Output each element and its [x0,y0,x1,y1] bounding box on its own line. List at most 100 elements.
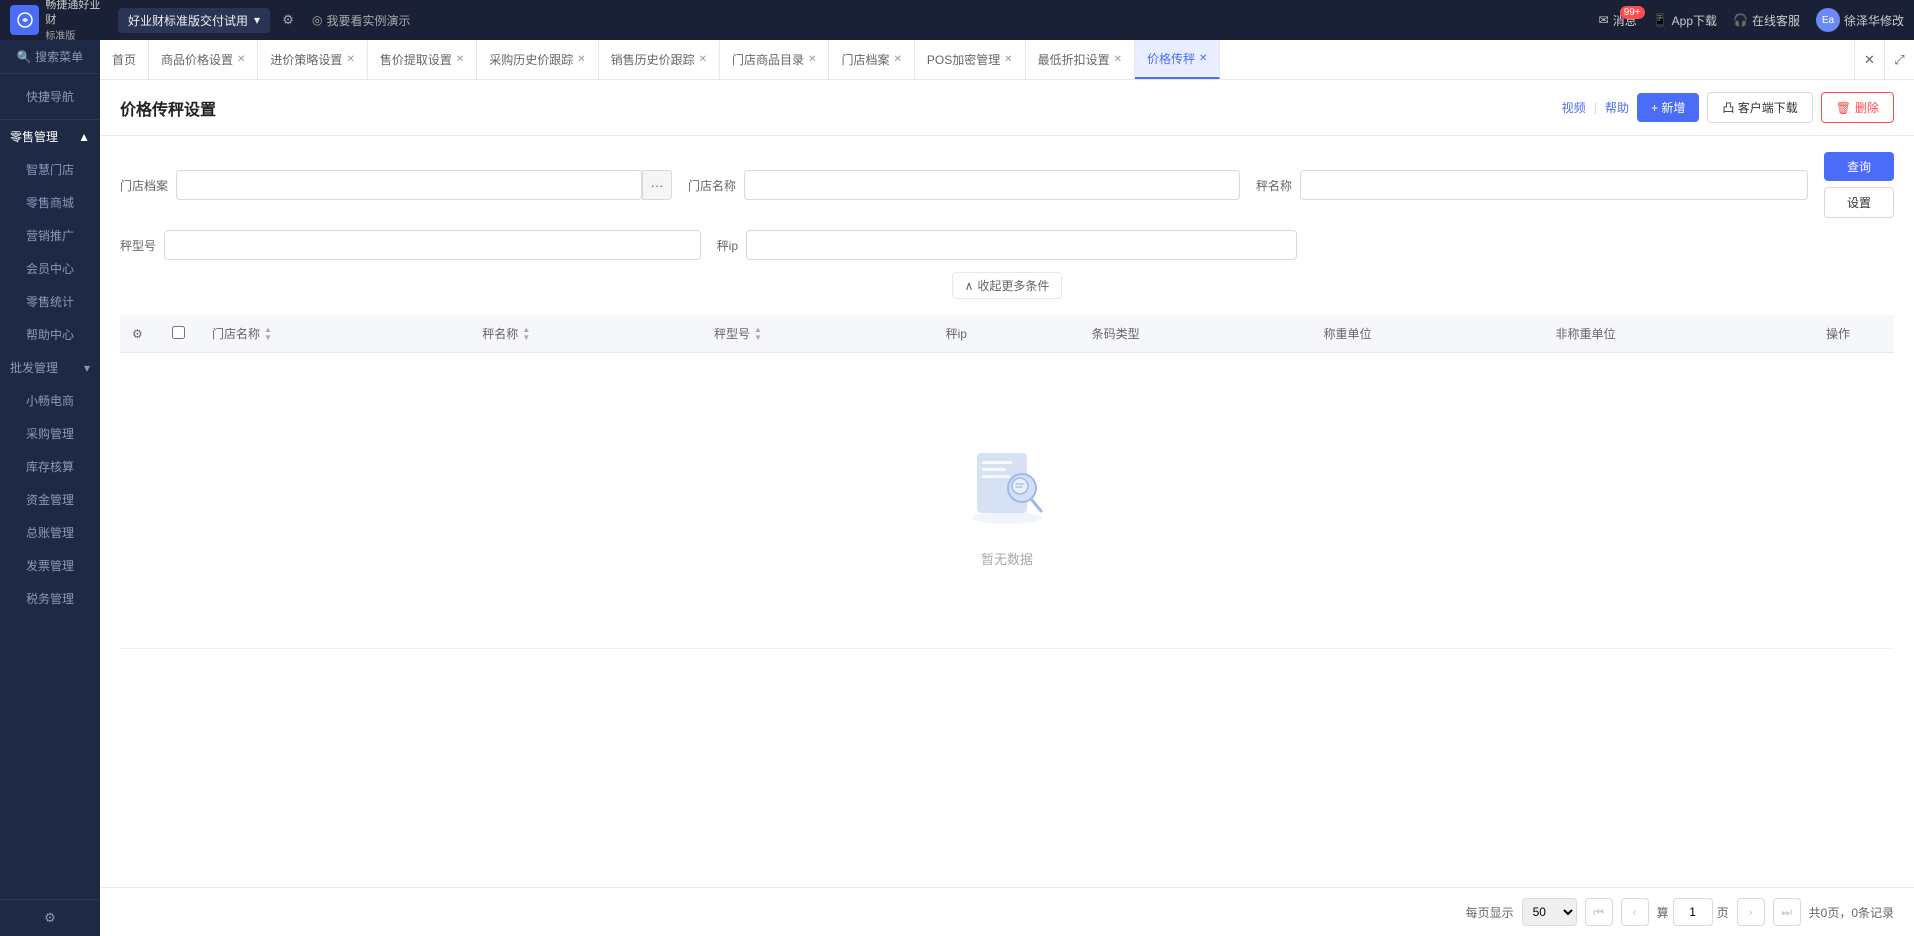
sort-store-name[interactable]: 门店名称 ▲▼ [212,325,458,342]
tab-purchase-strategy-label: 进价策略设置 [270,51,342,68]
tab-min-discount[interactable]: 最低折扣设置 ✕ [1026,40,1135,79]
sidebar-settings-btn[interactable]: ⚙ [0,899,100,936]
th-operation: 操作 [1814,315,1894,353]
sort-scale-name[interactable]: 秤名称 ▲▼ [482,325,690,342]
scale-model-input[interactable] [164,230,701,260]
query-set-group: 查询 设置 [1824,152,1894,218]
th-settings: ⚙ [120,315,160,353]
tax-label: 税务管理 [26,590,74,607]
scale-name-input[interactable] [1300,170,1808,200]
last-page-btn[interactable]: ⏭ [1773,898,1801,926]
video-btn[interactable]: 视频 [1562,99,1586,116]
download-btn[interactable]: 凸 客户端下载 [1707,92,1812,123]
sort-scale-model[interactable]: 秤型号 ▲▼ [714,325,922,342]
maximize-tab-btn[interactable]: ⤢ [1884,40,1914,80]
page-header-actions: 视频 | 帮助 + 新增 凸 客户端下载 🗑 删除 [1562,92,1894,123]
close-icon[interactable]: ✕ [893,54,901,65]
sidebar-item-quick-nav[interactable]: 快捷导航 [0,80,100,113]
sidebar-search[interactable]: 🔍 搜索菜单 [0,40,100,74]
sidebar-item-finance[interactable]: 资金管理 [0,483,100,516]
sidebar-item-retail-stats[interactable]: 零售统计 [0,285,100,318]
demo-link[interactable]: ◎ 我要看实例演示 [312,12,411,29]
sidebar-item-member[interactable]: 会员中心 [0,252,100,285]
user-menu[interactable]: Ea 徐泽华修改 [1816,8,1904,32]
tab-product-price[interactable]: 商品价格设置 ✕ [149,40,258,79]
version-selector[interactable]: 好业财标准版交付试用 ▾ [118,8,270,33]
tab-sales-history-label: 销售历史价跟踪 [611,51,695,68]
page-input[interactable] [1673,898,1713,926]
invoice-label: 发票管理 [26,557,74,574]
collapse-btn[interactable]: ∧ 收起更多条件 [952,272,1063,299]
close-tab-btn[interactable]: ✕ [1854,40,1884,80]
tab-sales-history[interactable]: 销售历史价跟踪 ✕ [599,40,720,79]
sidebar-item-invoice[interactable]: 发票管理 [0,549,100,582]
tab-price-scale[interactable]: 价格传秤 ✕ [1135,40,1220,79]
logo: 畅捷通好业财 标准版 [10,0,110,42]
avatar-text: Ea [1822,15,1834,26]
store-archive-input[interactable] [176,170,642,200]
scale-ip-field: 秤ip [717,230,1298,260]
add-btn[interactable]: + 新增 [1637,93,1699,122]
sidebar-item-help[interactable]: 帮助中心 [0,318,100,351]
sidebar-item-marketing[interactable]: 营销推广 [0,219,100,252]
help-btn[interactable]: 帮助 [1605,99,1629,116]
close-icon[interactable]: ✕ [346,54,354,65]
app-download-btn[interactable]: 📱 App下载 [1653,12,1717,29]
sidebar-item-ecommerce[interactable]: 小畅电商 [0,384,100,417]
th-operation-label: 操作 [1826,327,1850,341]
sidebar-item-tax[interactable]: 税务管理 [0,582,100,615]
close-icon[interactable]: ✕ [1114,54,1122,65]
scale-ip-input[interactable] [746,230,1297,260]
next-page-btn[interactable]: › [1737,898,1765,926]
tab-purchase-strategy[interactable]: 进价策略设置 ✕ [258,40,367,79]
tab-sale-extract-label: 售价提取设置 [380,51,452,68]
set-btn[interactable]: 设置 [1824,187,1894,218]
th-store-name-label: 门店名称 [212,325,260,342]
form-row-2: 秤型号 秤ip [120,230,1894,260]
close-icon[interactable]: ✕ [237,54,245,65]
empty-text: 暂无数据 [981,549,1033,568]
th-scale-name: 秤名称 ▲▼ [470,315,702,353]
sidebar-item-smart-store[interactable]: 智慧门店 [0,153,100,186]
sidebar-item-ledger[interactable]: 总账管理 [0,516,100,549]
close-icon[interactable]: ✕ [1199,53,1207,64]
settings-icon[interactable]: ⚙ [132,327,143,341]
retail-mall-label: 零售商城 [26,196,74,210]
sidebar-gear-icon: ⚙ [44,910,56,926]
prev-page-btn[interactable]: ‹ [1621,898,1649,926]
close-icon[interactable]: ✕ [456,54,464,65]
select-all-checkbox[interactable] [172,326,185,339]
per-page-select[interactable]: 50 10 20 100 [1522,898,1577,926]
demo-link-label: 我要看实例演示 [327,12,411,29]
service-icon: 🎧 [1733,13,1748,27]
sidebar-item-wholesale[interactable]: 批发管理 ▾ [0,351,100,384]
delete-btn[interactable]: 🗑 删除 [1821,92,1894,123]
page-area: 首页 商品价格设置 ✕ 进价策略设置 ✕ 售价提取设置 ✕ 采购历史价跟踪 ✕ [100,40,1914,936]
tab-product-price-label: 商品价格设置 [161,51,233,68]
first-page-btn[interactable]: ⏮ [1585,898,1613,926]
tab-pos-encrypt[interactable]: POS加密管理 ✕ [915,40,1026,79]
message-btn[interactable]: ✉ 消息 99+ [1599,12,1637,29]
sidebar-item-purchase[interactable]: 采购管理 [0,417,100,450]
close-icon[interactable]: ✕ [1004,54,1012,65]
tab-home[interactable]: 首页 [100,40,149,79]
tab-store-profile[interactable]: 门店档案 ✕ [829,40,914,79]
close-icon[interactable]: ✕ [808,54,816,65]
tab-price-scale-label: 价格传秤 [1147,50,1195,67]
tab-purchase-history[interactable]: 采购历史价跟踪 ✕ [477,40,598,79]
tab-store-product-catalog[interactable]: 门店商品目录 ✕ [720,40,829,79]
sidebar-item-retail-mall[interactable]: 零售商城 [0,186,100,219]
sidebar-item-inventory[interactable]: 库存核算 [0,450,100,483]
ellipsis-btn[interactable]: ··· [642,170,672,200]
quick-nav-label: 快捷导航 [26,88,74,105]
close-icon[interactable]: ✕ [699,54,707,65]
online-service-btn[interactable]: 🎧 在线客服 [1733,12,1800,29]
search-icon: 🔍 [17,50,32,64]
close-icon[interactable]: ✕ [577,54,585,65]
store-name-input[interactable] [744,170,1240,200]
query-btn[interactable]: 查询 [1824,152,1894,181]
sidebar-item-retail-mgmt[interactable]: 零售管理 ▲ [0,120,100,153]
help-label: 帮助中心 [26,326,74,343]
tab-sale-extract[interactable]: 售价提取设置 ✕ [368,40,477,79]
settings-icon[interactable]: ⚙ [274,6,302,34]
